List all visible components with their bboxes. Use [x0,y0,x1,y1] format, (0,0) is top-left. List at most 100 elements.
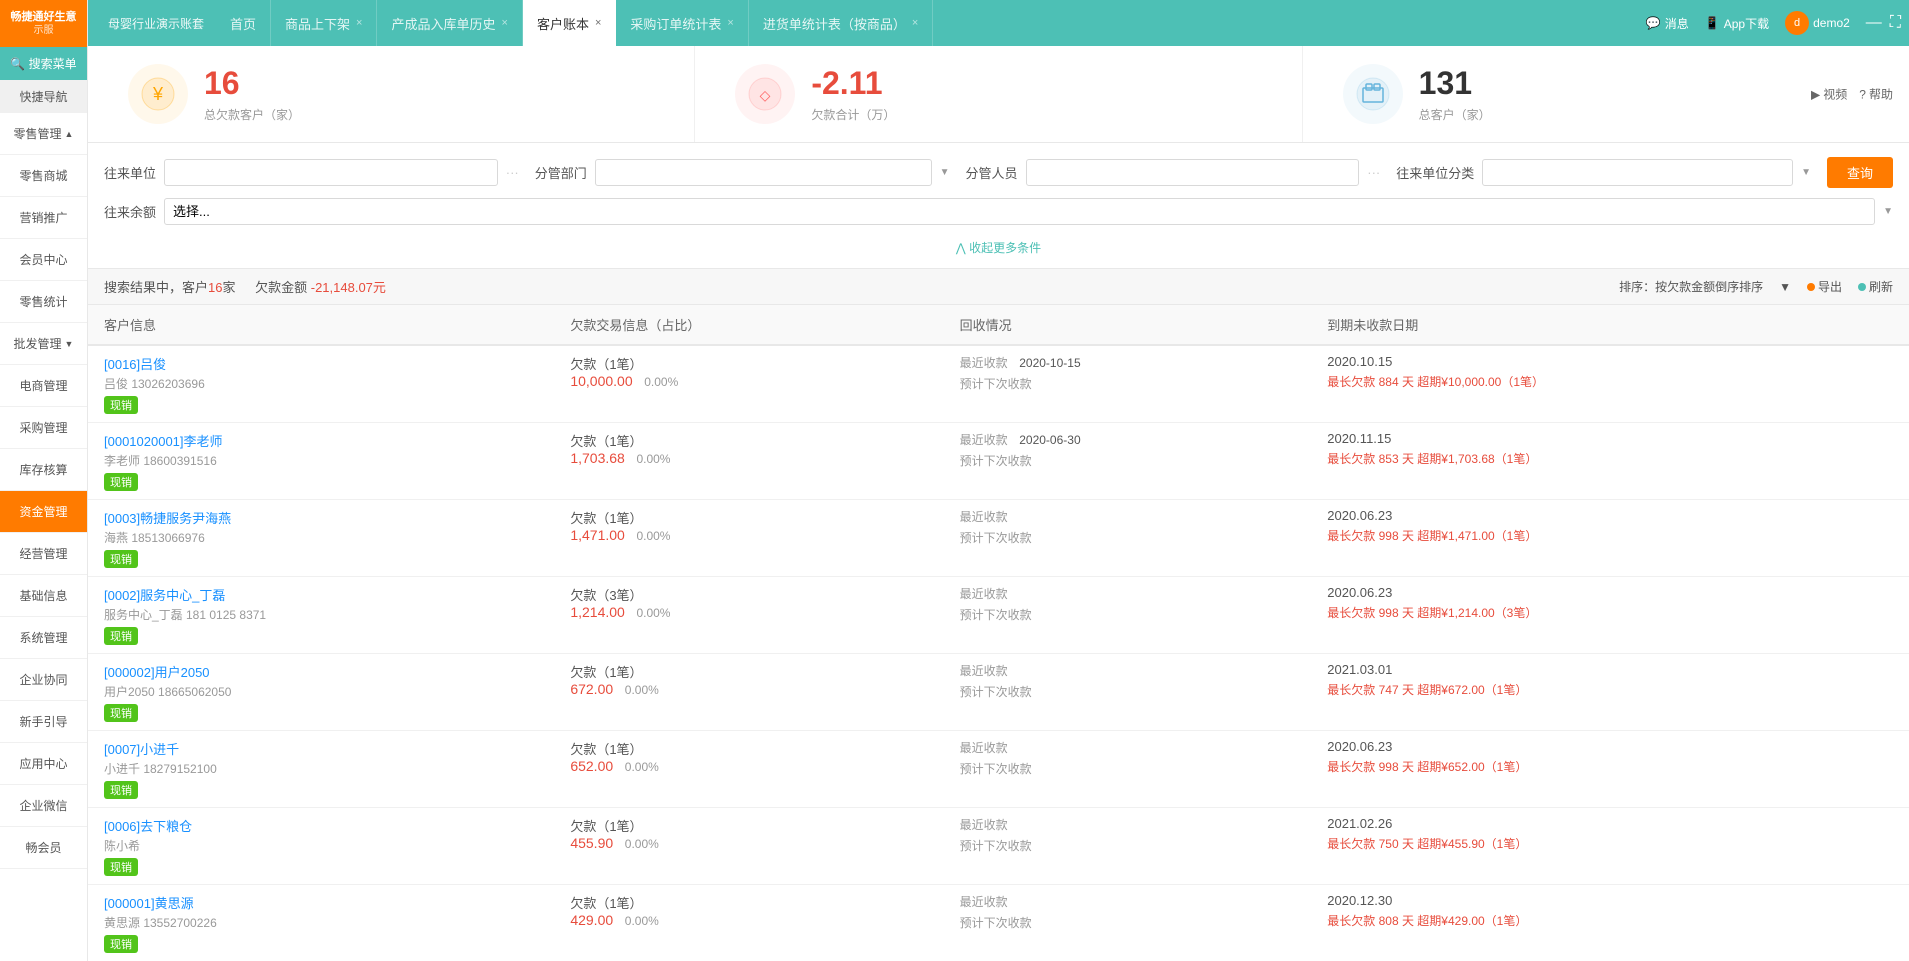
due-overdue-6[interactable]: 最长欠款 750 天 超期¥455.90（1笔） [1327,835,1893,852]
collapse-btn[interactable]: ⋀ 收起更多条件 [104,235,1893,260]
sidebar-item-member-center[interactable]: 会员中心 [0,239,87,281]
filter-row-2: 往来余额 选择... ▼ [104,198,1893,225]
sidebar-item-operations[interactable]: 经营管理 [0,533,87,575]
sidebar-item-app-center[interactable]: 应用中心 [0,743,87,785]
sidebar-item-retail-management[interactable]: 零售管理 ▲ [0,113,87,155]
manager-dots[interactable]: ··· [1367,165,1380,180]
tab-production-history[interactable]: 产成品入库单历史 × [377,0,522,46]
due-overdue-7[interactable]: 最长欠款 808 天 超期¥429.00（1笔） [1327,912,1893,929]
tab-product-listing[interactable]: 商品上下架 × [271,0,377,46]
source-unit-dots[interactable]: ··· [506,165,519,180]
sidebar-item-inventory[interactable]: 库存核算 [0,449,87,491]
due-date-1: 2020.11.15 [1327,431,1893,446]
debt-count-5: 欠款（1笔） [570,739,927,758]
customer-name-1[interactable]: [0001020001]李老师 [104,431,538,450]
debt-amount-row-3: 1,214.00 0.00% [570,604,927,620]
sidebar-item-wechat[interactable]: 企业微信 [0,785,87,827]
result-debt: 欠款金额 -21,148.07元 [255,280,386,295]
overdue-amount-5[interactable]: 超期¥652.00（1笔） [1417,760,1527,774]
cell-recovery-3: 最近收款 预计下次收款 [944,577,1312,654]
tab-customer-ledger[interactable]: 客户账本 × [523,0,616,46]
stats-actions: ▶ 视频 ? 帮助 [1811,86,1893,103]
customer-name-0[interactable]: [0016]吕俊 [104,354,538,373]
sidebar-item-purchase[interactable]: 采购管理 [0,407,87,449]
overdue-amount-0[interactable]: 超期¥10,000.00（1笔） [1417,375,1544,389]
sort-label: 排序：按欠款金额倒序排序 [1619,278,1763,295]
tab-close-icon-4[interactable]: × [727,17,733,29]
overdue-amount-4[interactable]: 超期¥672.00（1笔） [1417,683,1527,697]
customer-name-2[interactable]: [0003]畅捷服务尹海燕 [104,508,538,527]
due-overdue-1[interactable]: 最长欠款 853 天 超期¥1,703.68（1笔） [1327,450,1893,467]
maximize-btn[interactable]: ⛶ [1890,14,1901,32]
result-text: 搜索结果中，客户16家 [104,280,236,295]
source-unit-input[interactable] [164,159,498,186]
message-btn[interactable]: 💬 消息 [1646,15,1689,32]
app-download-btn[interactable]: 📱 App下载 [1705,15,1769,32]
minimize-btn[interactable]: — [1866,14,1882,32]
customer-name-4[interactable]: [000002]用户2050 [104,662,538,681]
manager-input[interactable] [1026,159,1360,186]
sidebar-item-ecommerce-label: 电商管理 [19,379,67,393]
search-menu-btn[interactable]: 🔍 搜索菜单 [0,47,87,80]
debt-amount-value-0: 10,000.00 [570,373,632,389]
svg-text:¥: ¥ [152,84,164,104]
debt-amount-row-6: 455.90 0.00% [570,835,927,851]
window-controls: — ⛶ [1866,14,1901,32]
recovery-sub-5: 预计下次收款 [960,760,1296,777]
sidebar-item-ecommerce[interactable]: 电商管理 [0,365,87,407]
sidebar-item-enterprise[interactable]: 企业协同 [0,659,87,701]
sidebar-item-vip-member[interactable]: 畅会员 [0,827,87,869]
recovery-label-6: 最近收款 [960,818,1008,832]
tab-close-icon[interactable]: × [356,17,362,29]
debt-percent-5: 0.00% [625,760,659,774]
overdue-amount-3[interactable]: 超期¥1,214.00（3笔） [1417,606,1537,620]
help-btn[interactable]: ? 帮助 [1859,86,1893,103]
customer-sub-6: 陈小希 [104,837,538,854]
customer-name-3[interactable]: [0002]服务中心_丁磊 [104,585,538,604]
sidebar-item-basic-info[interactable]: 基础信息 [0,575,87,617]
tab-purchase-stats[interactable]: 采购订单统计表 × [616,0,748,46]
sidebar-item-wholesale[interactable]: 批发管理 ▼ [0,323,87,365]
cell-due-1: 2020.11.15 最长欠款 853 天 超期¥1,703.68（1笔） [1311,423,1909,500]
refresh-dot-icon [1858,283,1866,291]
tab-close-icon-5[interactable]: × [912,17,918,29]
balance-select[interactable]: 选择... [164,198,1875,225]
due-overdue-3[interactable]: 最长欠款 998 天 超期¥1,214.00（3笔） [1327,604,1893,621]
recovery-label-1: 最近收款 [960,433,1008,447]
sidebar-item-retail-stats[interactable]: 零售统计 [0,281,87,323]
due-overdue-2[interactable]: 最长欠款 998 天 超期¥1,471.00（1笔） [1327,527,1893,544]
search-button[interactable]: 查询 [1827,157,1893,188]
tab-home[interactable]: 首页 [216,0,271,46]
cell-customer-6: [0006]去下粮仓 陈小希 现销 [88,808,554,885]
due-overdue-5[interactable]: 最长欠款 998 天 超期¥652.00（1笔） [1327,758,1893,775]
sidebar-item-retail-mall[interactable]: 零售商城 [0,155,87,197]
customer-name-5[interactable]: [0007]小进千 [104,739,538,758]
table-row: [0003]畅捷服务尹海燕 海燕 18513066976 现销 欠款（1笔） 1… [88,500,1909,577]
cell-due-5: 2020.06.23 最长欠款 998 天 超期¥652.00（1笔） [1311,731,1909,808]
unit-category-input[interactable] [1482,159,1793,186]
refresh-btn[interactable]: 刷新 [1858,278,1893,295]
sidebar-item-marketing[interactable]: 营销推广 [0,197,87,239]
overdue-amount-7[interactable]: 超期¥429.00（1笔） [1417,914,1527,928]
export-btn[interactable]: 导出 [1807,278,1842,295]
customer-name-6[interactable]: [0006]去下粮仓 [104,816,538,835]
recovery-label-2: 最近收款 [960,510,1008,524]
overdue-amount-6[interactable]: 超期¥455.90（1笔） [1417,837,1527,851]
dept-input[interactable] [595,159,932,186]
customer-sub-4: 用户2050 18665062050 [104,683,538,700]
tab-stock-stats[interactable]: 进货单统计表（按商品） × [749,0,933,46]
user-avatar[interactable]: d demo2 [1785,11,1850,35]
overdue-amount-1[interactable]: 超期¥1,703.68（1笔） [1417,452,1537,466]
video-btn[interactable]: ▶ 视频 [1811,86,1847,103]
search-menu-label: 搜索菜单 [29,57,77,71]
tab-close-icon-2[interactable]: × [502,17,508,29]
sidebar-item-guide[interactable]: 新手引导 [0,701,87,743]
due-overdue-0[interactable]: 最长欠款 884 天 超期¥10,000.00（1笔） [1327,373,1893,390]
tab-close-icon-3[interactable]: × [595,17,601,29]
quick-nav-btn[interactable]: 快捷导航 [0,80,87,113]
sidebar-item-finance[interactable]: 资金管理 [0,491,87,533]
sidebar-item-system[interactable]: 系统管理 [0,617,87,659]
due-overdue-4[interactable]: 最长欠款 747 天 超期¥672.00（1笔） [1327,681,1893,698]
customer-name-7[interactable]: [000001]黄思源 [104,893,538,912]
overdue-amount-2[interactable]: 超期¥1,471.00（1笔） [1417,529,1537,543]
